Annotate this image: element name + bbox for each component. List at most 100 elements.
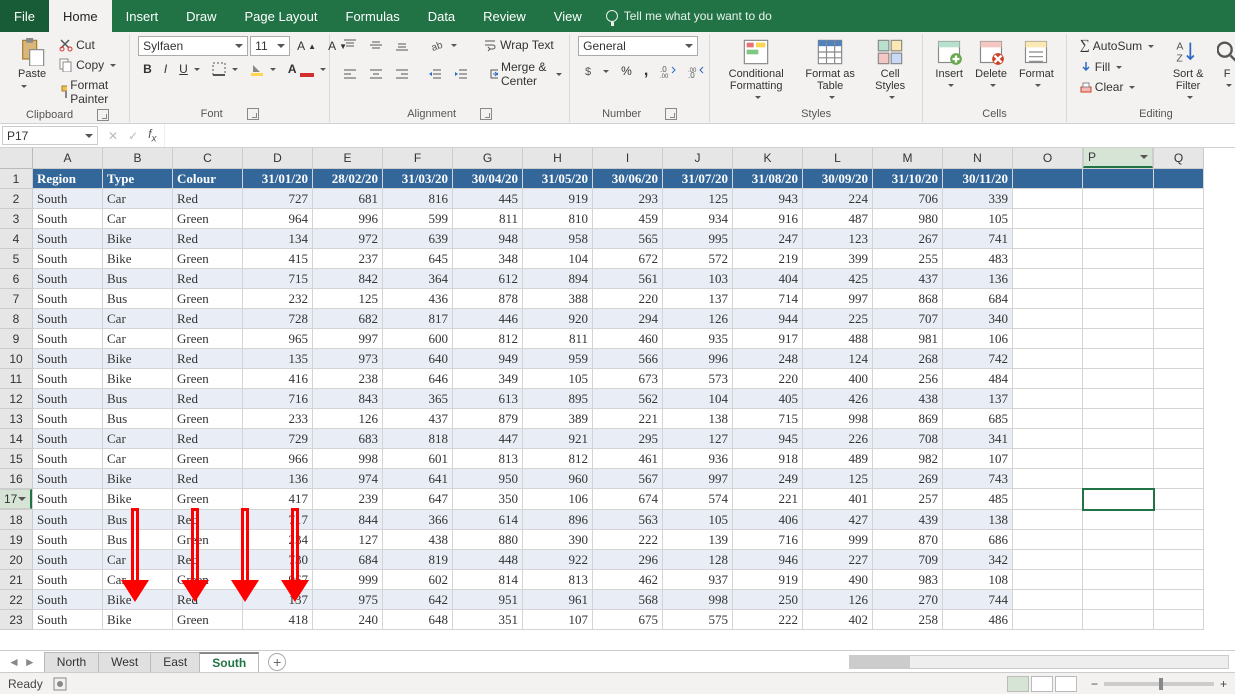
row-header[interactable]: 17 [0,489,32,509]
tab-formulas[interactable]: Formulas [332,0,414,32]
cell[interactable]: 842 [313,269,383,289]
tell-me-search[interactable]: Tell me what you want to do [596,0,782,32]
clipboard-launcher[interactable] [97,109,109,121]
cell[interactable]: 895 [523,389,593,409]
cell[interactable]: 935 [663,329,733,349]
cell[interactable]: South [33,590,103,610]
cell[interactable]: 917 [733,329,803,349]
cell[interactable]: 438 [873,389,943,409]
cell[interactable] [1154,570,1204,590]
cell[interactable] [1013,189,1083,209]
cell[interactable]: Bike [103,229,173,249]
cell[interactable]: 461 [593,449,663,469]
align-bottom-button[interactable] [390,36,414,54]
cell[interactable]: 811 [523,329,593,349]
cell[interactable]: 600 [383,329,453,349]
autosum-button[interactable]: ∑AutoSum [1075,36,1159,56]
cell[interactable] [1154,269,1204,289]
macro-record-icon[interactable] [53,677,67,691]
cell[interactable]: 682 [313,309,383,329]
cell[interactable] [1083,510,1154,530]
cell[interactable]: 125 [663,189,733,209]
cell[interactable]: 648 [383,610,453,630]
column-header[interactable]: A [33,148,103,169]
horizontal-scrollbar[interactable] [286,655,1235,669]
cell[interactable]: Green [173,449,243,469]
cell[interactable] [1013,329,1083,349]
italic-button[interactable]: I [159,60,172,78]
cell[interactable]: 268 [873,349,943,369]
cell[interactable] [1154,189,1204,209]
cell[interactable]: 672 [593,249,663,269]
cell[interactable]: 950 [453,469,523,489]
cell[interactable] [1013,309,1083,329]
merge-center-button[interactable]: Merge & Center [485,58,567,90]
row-header[interactable]: 20 [0,550,33,570]
cell[interactable]: 106 [523,489,593,510]
cell[interactable]: 221 [733,489,803,510]
cell[interactable]: 125 [313,289,383,309]
cell[interactable] [1083,449,1154,469]
cell[interactable]: Red [173,469,243,489]
cell[interactable]: 460 [593,329,663,349]
cell[interactable]: 964 [243,209,313,229]
cell[interactable]: Bike [103,349,173,369]
cell[interactable]: 404 [733,269,803,289]
bold-button[interactable]: B [138,60,157,78]
wrap-text-button[interactable]: Wrap Text [478,36,559,54]
cell[interactable] [1154,510,1204,530]
row-header[interactable]: 13 [0,409,33,429]
cell[interactable]: 256 [873,369,943,389]
cell[interactable]: 401 [803,489,873,510]
column-header[interactable]: C [173,148,243,169]
cell[interactable]: 967 [243,570,313,590]
cell[interactable]: Bike [103,369,173,389]
cell[interactable]: 237 [313,249,383,269]
cell[interactable] [1083,429,1154,449]
cell[interactable]: 997 [803,289,873,309]
cell[interactable]: Region [33,169,103,189]
cell[interactable]: 819 [383,550,453,570]
cell[interactable]: 426 [803,389,873,409]
cell[interactable]: 922 [523,550,593,570]
row-header[interactable]: 15 [0,449,33,469]
cell[interactable]: 816 [383,189,453,209]
cell[interactable]: 31/08/20 [733,169,803,189]
underline-button[interactable]: U [174,60,205,78]
cell[interactable]: South [33,289,103,309]
cell[interactable] [1013,369,1083,389]
cell[interactable]: 572 [663,249,733,269]
cell[interactable]: 248 [733,349,803,369]
cell[interactable]: 568 [593,590,663,610]
cell[interactable]: 126 [803,590,873,610]
sheet-tab-north[interactable]: North [44,652,99,672]
align-middle-button[interactable] [364,36,388,54]
cell[interactable]: 136 [943,269,1013,289]
column-header[interactable]: E [313,148,383,169]
format-cells-button[interactable]: Format [1015,36,1058,90]
cell[interactable]: 880 [453,530,523,550]
cell[interactable] [1154,550,1204,570]
cell[interactable]: 364 [383,269,453,289]
cell[interactable]: 683 [313,429,383,449]
cell[interactable] [1083,530,1154,550]
cell[interactable]: 104 [663,389,733,409]
column-header[interactable]: H [523,148,593,169]
cell[interactable]: South [33,189,103,209]
cell[interactable]: 934 [663,209,733,229]
tab-insert[interactable]: Insert [112,0,173,32]
cell[interactable]: 483 [943,249,1013,269]
cell[interactable]: 31/01/20 [243,169,313,189]
cell[interactable]: 418 [243,610,313,630]
cell[interactable]: 916 [733,209,803,229]
cell[interactable]: Red [173,309,243,329]
cell[interactable]: 812 [523,449,593,469]
cell[interactable]: South [33,449,103,469]
cell[interactable]: 674 [593,489,663,510]
cell[interactable]: 124 [803,349,873,369]
cell[interactable]: 221 [593,409,663,429]
cell[interactable]: 105 [943,209,1013,229]
cell[interactable]: South [33,469,103,489]
column-header[interactable]: N [943,148,1013,169]
cell[interactable]: 137 [663,289,733,309]
